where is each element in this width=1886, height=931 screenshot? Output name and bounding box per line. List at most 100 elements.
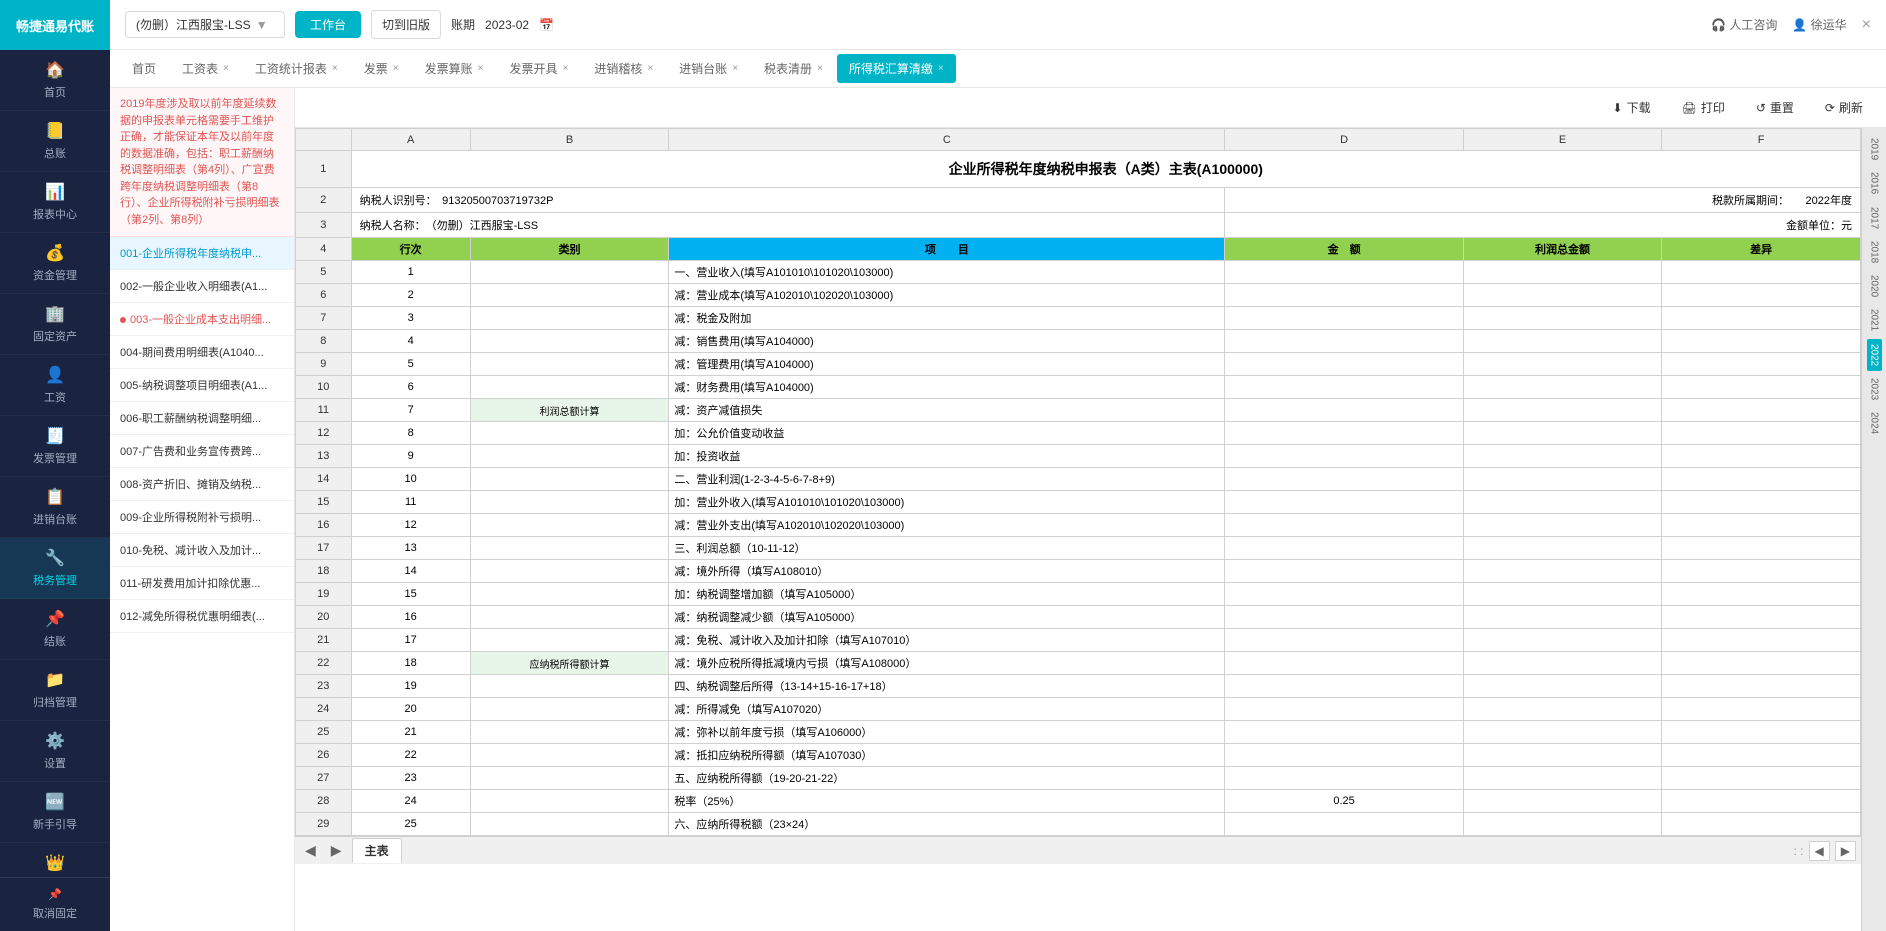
year-item-2023[interactable]: 2023 bbox=[1867, 373, 1882, 405]
diff-3[interactable] bbox=[1662, 330, 1861, 353]
profit-7[interactable] bbox=[1463, 422, 1662, 445]
amount-5[interactable] bbox=[1225, 376, 1463, 399]
amount-24[interactable] bbox=[1225, 813, 1463, 836]
diff-6[interactable] bbox=[1662, 399, 1861, 422]
download-button[interactable]: ⬇ 下载 bbox=[1605, 95, 1659, 120]
sidebar-item-3[interactable]: 💰资金管理 bbox=[0, 233, 110, 294]
amount-19[interactable] bbox=[1225, 698, 1463, 721]
profit-22[interactable] bbox=[1463, 767, 1662, 790]
amount-16[interactable] bbox=[1225, 629, 1463, 652]
profit-23[interactable] bbox=[1463, 790, 1662, 813]
profit-6[interactable] bbox=[1463, 399, 1662, 422]
tab-2[interactable]: 工资统计报表× bbox=[243, 54, 350, 83]
sidebar-item-5[interactable]: 👤工资 bbox=[0, 355, 110, 416]
profit-5[interactable] bbox=[1463, 376, 1662, 399]
report-item-3[interactable]: 004-期间费用明细表(A1040... bbox=[110, 336, 294, 369]
report-item-10[interactable]: 011-研发费用加计扣除优惠... bbox=[110, 567, 294, 600]
diff-1[interactable] bbox=[1662, 284, 1861, 307]
amount-18[interactable] bbox=[1225, 675, 1463, 698]
diff-16[interactable] bbox=[1662, 629, 1861, 652]
profit-21[interactable] bbox=[1463, 744, 1662, 767]
amount-0[interactable] bbox=[1225, 261, 1463, 284]
diff-12[interactable] bbox=[1662, 537, 1861, 560]
tab-close-8[interactable]: × bbox=[817, 63, 823, 74]
amount-23[interactable]: 0.25 bbox=[1225, 790, 1463, 813]
tab-5[interactable]: 发票开具× bbox=[497, 54, 580, 83]
tab-6[interactable]: 进销稽核× bbox=[582, 54, 665, 83]
profit-11[interactable] bbox=[1463, 514, 1662, 537]
year-item-2022[interactable]: 2022 bbox=[1867, 339, 1882, 371]
sidebar-item-11[interactable]: ⚙️设置 bbox=[0, 721, 110, 782]
diff-5[interactable] bbox=[1662, 376, 1861, 399]
amount-14[interactable] bbox=[1225, 583, 1463, 606]
year-item-2018[interactable]: 2018 bbox=[1867, 236, 1882, 268]
amount-1[interactable] bbox=[1225, 284, 1463, 307]
tab-4[interactable]: 发票算账× bbox=[413, 54, 496, 83]
sidebar-item-8[interactable]: 🔧税务管理 bbox=[0, 538, 110, 599]
diff-0[interactable] bbox=[1662, 261, 1861, 284]
profit-18[interactable] bbox=[1463, 675, 1662, 698]
profit-9[interactable] bbox=[1463, 468, 1662, 491]
profit-12[interactable] bbox=[1463, 537, 1662, 560]
amount-21[interactable] bbox=[1225, 744, 1463, 767]
sidebar-item-10[interactable]: 📁归档管理 bbox=[0, 660, 110, 721]
sheet-nav-right[interactable]: ▶ bbox=[326, 840, 347, 861]
username[interactable]: 👤 徐运华 bbox=[1792, 16, 1846, 33]
report-item-2[interactable]: 003-一般企业成本支出明细... bbox=[110, 303, 294, 336]
scroll-right-btn[interactable]: ▶ bbox=[1835, 841, 1856, 861]
sidebar-item-7[interactable]: 📋进销台账 bbox=[0, 477, 110, 538]
sheet-tab-main[interactable]: 主表 bbox=[352, 838, 402, 863]
year-item-2020[interactable]: 2020 bbox=[1867, 270, 1882, 302]
tab-close-6[interactable]: × bbox=[647, 63, 653, 74]
reset-button[interactable]: ↺ 重置 bbox=[1748, 95, 1802, 120]
diff-9[interactable] bbox=[1662, 468, 1861, 491]
profit-13[interactable] bbox=[1463, 560, 1662, 583]
amount-13[interactable] bbox=[1225, 560, 1463, 583]
report-item-4[interactable]: 005-纳税调整项目明细表(A1... bbox=[110, 369, 294, 402]
amount-2[interactable] bbox=[1225, 307, 1463, 330]
report-item-1[interactable]: 002-一般企业收入明细表(A1... bbox=[110, 270, 294, 303]
sidebar-item-12[interactable]: 🆕新手引导 bbox=[0, 782, 110, 843]
year-item-2024[interactable]: 2024 bbox=[1867, 407, 1882, 439]
tab-close-2[interactable]: × bbox=[332, 63, 338, 74]
sidebar-item-1[interactable]: 📒总账 bbox=[0, 111, 110, 172]
amount-6[interactable] bbox=[1225, 399, 1463, 422]
year-item-2021[interactable]: 2021 bbox=[1867, 304, 1882, 336]
sidebar-item-4[interactable]: 🏢固定资产 bbox=[0, 294, 110, 355]
sidebar-item-9[interactable]: 📌结账 bbox=[0, 599, 110, 660]
tab-close-3[interactable]: × bbox=[393, 63, 399, 74]
diff-14[interactable] bbox=[1662, 583, 1861, 606]
amount-15[interactable] bbox=[1225, 606, 1463, 629]
profit-8[interactable] bbox=[1463, 445, 1662, 468]
diff-18[interactable] bbox=[1662, 675, 1861, 698]
amount-9[interactable] bbox=[1225, 468, 1463, 491]
scroll-left-btn[interactable]: ◀ bbox=[1809, 841, 1830, 861]
sidebar-item-0[interactable]: 🏠首页 bbox=[0, 50, 110, 111]
tab-8[interactable]: 税表清册× bbox=[752, 54, 835, 83]
diff-22[interactable] bbox=[1662, 767, 1861, 790]
diff-2[interactable] bbox=[1662, 307, 1861, 330]
amount-17[interactable] bbox=[1225, 652, 1463, 675]
tab-close-5[interactable]: × bbox=[562, 63, 568, 74]
report-item-5[interactable]: 006-职工薪酬纳税调整明细... bbox=[110, 402, 294, 435]
report-item-6[interactable]: 007-广告费和业务宣传费跨... bbox=[110, 435, 294, 468]
diff-8[interactable] bbox=[1662, 445, 1861, 468]
diff-20[interactable] bbox=[1662, 721, 1861, 744]
workbench-button[interactable]: 工作台 bbox=[295, 11, 361, 38]
amount-4[interactable] bbox=[1225, 353, 1463, 376]
tab-1[interactable]: 工资表× bbox=[170, 54, 241, 83]
global-close-button[interactable]: × bbox=[1862, 16, 1871, 34]
refresh-button[interactable]: ⟳ 刷新 bbox=[1817, 95, 1871, 120]
sidebar-item-13[interactable]: 👑畅会员 bbox=[0, 843, 110, 877]
profit-20[interactable] bbox=[1463, 721, 1662, 744]
diff-21[interactable] bbox=[1662, 744, 1861, 767]
diff-15[interactable] bbox=[1662, 606, 1861, 629]
diff-23[interactable] bbox=[1662, 790, 1861, 813]
sidebar-footer-unpin[interactable]: 📌 取消固定 bbox=[0, 877, 110, 931]
profit-15[interactable] bbox=[1463, 606, 1662, 629]
report-item-11[interactable]: 012-减免所得税优惠明细表(... bbox=[110, 600, 294, 633]
amount-3[interactable] bbox=[1225, 330, 1463, 353]
amount-22[interactable] bbox=[1225, 767, 1463, 790]
sidebar-item-6[interactable]: 🧾发票管理 bbox=[0, 416, 110, 477]
year-item-2017[interactable]: 2017 bbox=[1867, 202, 1882, 234]
